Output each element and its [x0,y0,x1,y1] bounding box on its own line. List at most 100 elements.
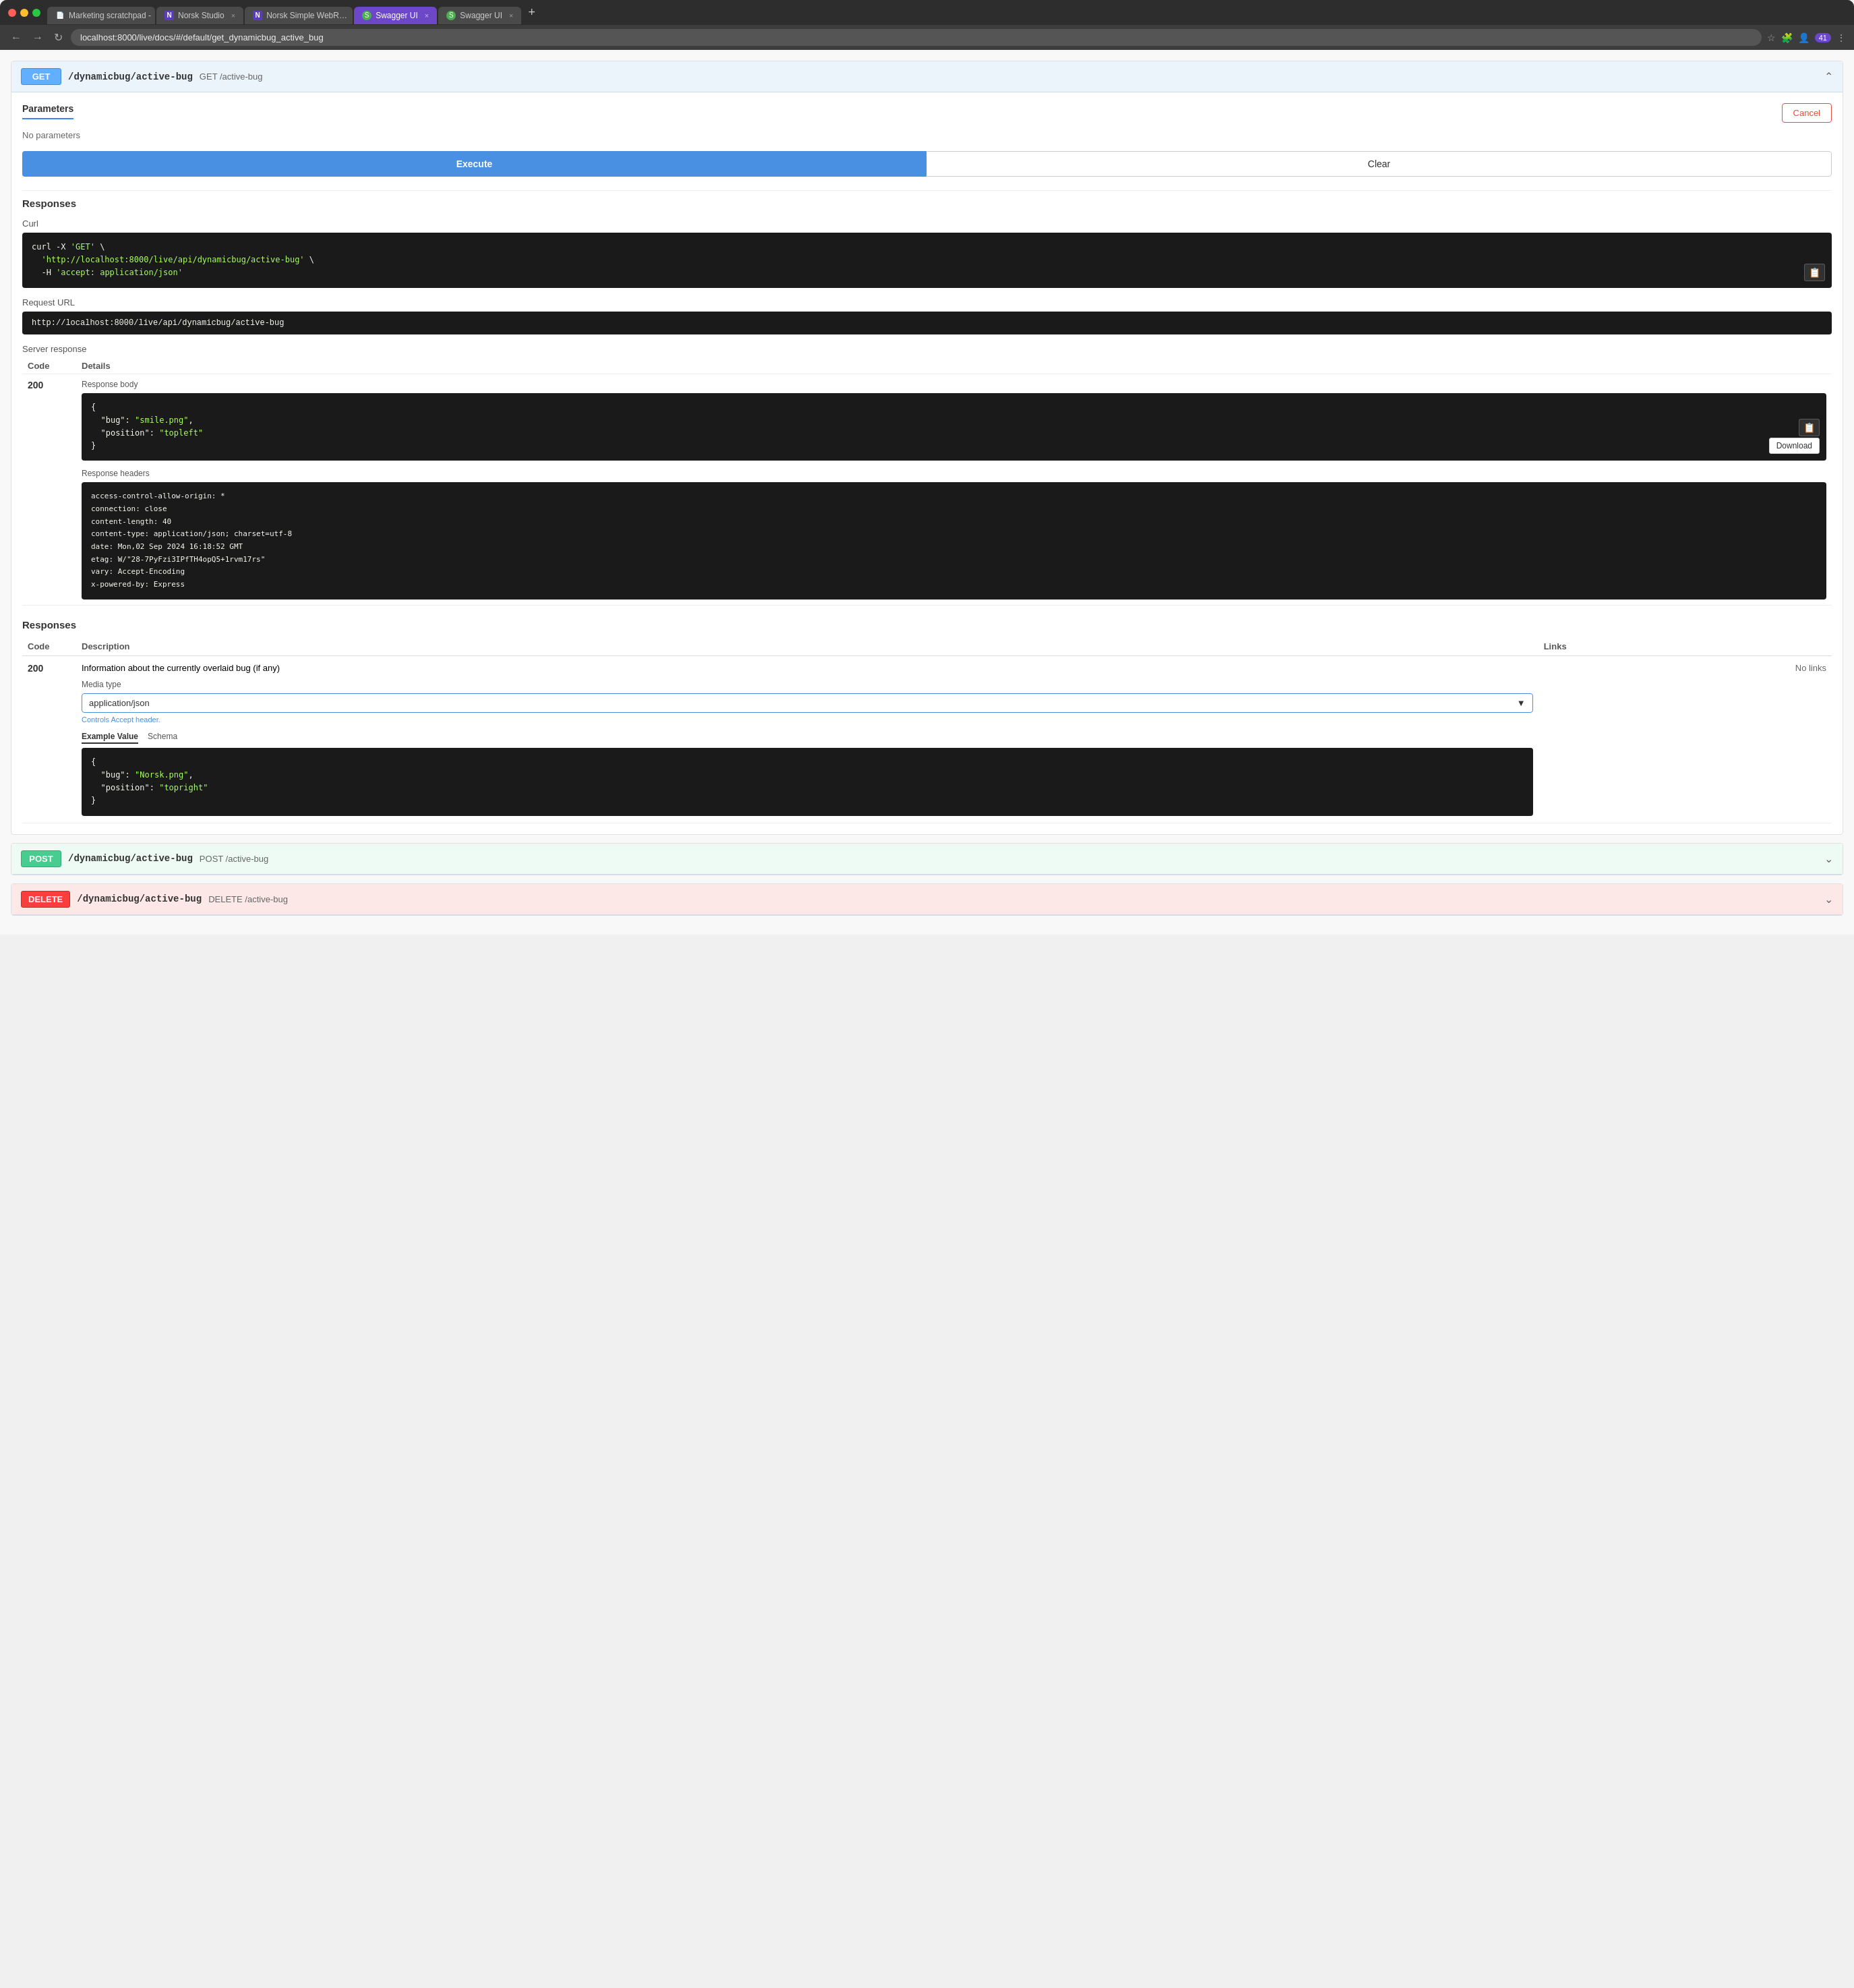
controls-hint: Controls Accept header. [82,715,1533,724]
get-endpoint-summary: GET /active-bug [200,71,263,82]
cancel-button[interactable]: Cancel [1782,103,1832,123]
close-button[interactable] [8,9,16,17]
delete-chevron-icon: ⌄ [1824,893,1833,906]
parameters-title: Parameters [22,103,73,119]
get-method-badge: GET [21,68,61,85]
bookmark-icon[interactable]: ☆ [1767,32,1776,43]
browser-window: 📄 Marketing scratchpad - × N Norsk Studi… [0,0,1854,935]
media-type-label: Media type [82,680,1533,689]
response-headers-text: access-control-allow-origin: * connectio… [91,490,1817,591]
tab-marketing[interactable]: 📄 Marketing scratchpad - × [47,7,155,24]
address-actions: ☆ 🧩 👤 41 ⋮ [1767,32,1846,43]
curl-code-block: curl -X 'GET' \ 'http://localhost:8000/l… [22,233,1832,288]
tab-close-norsk-studio[interactable]: × [231,11,235,20]
tab-icon-norsk-studio: N [165,11,174,20]
tab-swagger-2[interactable]: S Swagger UI × [438,7,521,24]
tab-swagger-active[interactable]: S Swagger UI × [354,7,437,24]
get-endpoint-header[interactable]: GET /dynamicbug/active-bug GET /active-b… [11,61,1843,92]
response-code-200: 200 [28,380,43,390]
back-button[interactable]: ← [8,30,24,45]
bottom-response-code: 200 [28,663,43,674]
delete-endpoint-header[interactable]: DELETE /dynamicbug/active-bug DELETE /ac… [11,884,1843,915]
example-code-text: { "bug": "Norsk.png", "position": "topri… [91,756,1524,808]
action-buttons: Execute Clear [22,151,1832,177]
details-header: Details [76,358,1832,374]
request-url-display: http://localhost:8000/live/api/dynamicbu… [22,312,1832,334]
post-method-badge: POST [21,850,61,867]
fullscreen-button[interactable] [32,9,40,17]
new-tab-button[interactable]: + [522,5,541,25]
address-bar: ← → ↻ localhost:8000/live/docs/#/default… [0,25,1854,50]
forward-button[interactable]: → [30,30,46,45]
media-type-value: application/json [89,698,150,708]
curl-section: Curl curl -X 'GET' \ 'http://localhost:8… [22,218,1832,288]
response-copy-button[interactable]: 📋 [1799,419,1820,436]
parameters-section: Cancel Parameters No parameters [22,103,1832,140]
tab-label-swagger-active: Swagger UI [376,11,418,20]
server-response-section: Server response Code Details [22,344,1832,606]
tab-icon-swagger-2: S [446,11,456,20]
bottom-response-description: Information about the currently overlaid… [82,663,1533,673]
delete-endpoint-path: /dynamicbug/active-bug [77,894,202,904]
example-value-tab[interactable]: Example Value [82,730,138,744]
curl-label: Curl [22,218,1832,229]
response-body-label: Response body [82,380,1826,389]
curl-copy-button[interactable]: 📋 [1804,264,1825,281]
tab-label-swagger-2: Swagger UI [460,11,502,20]
tab-close-swagger-active[interactable]: × [425,11,429,20]
tab-label-marketing: Marketing scratchpad - [69,11,151,20]
schema-tab[interactable]: Schema [148,730,177,744]
menu-icon[interactable]: ⋮ [1836,32,1846,43]
notification-badge: 41 [1815,33,1831,42]
tab-close-swagger-2[interactable]: × [509,11,513,20]
tab-norsk-webr[interactable]: N Norsk Simple WebR… × [245,7,353,24]
media-type-select[interactable]: application/json ▼ [82,693,1533,713]
code-header: Code [22,358,76,374]
curl-code-text: curl -X 'GET' \ 'http://localhost:8000/l… [32,241,1822,280]
minimize-button[interactable] [20,9,28,17]
download-button[interactable]: Download [1769,438,1820,454]
tab-norsk-studio[interactable]: N Norsk Studio × [156,7,243,24]
response-headers-block: access-control-allow-origin: * connectio… [82,482,1826,600]
responses-section-title: Responses [22,190,1832,209]
swagger-container: GET /dynamicbug/active-bug GET /active-b… [0,50,1854,935]
example-value-tabs: Example Value Schema [82,730,1533,744]
bottom-response-row: 200 Information about the currently over… [22,655,1832,823]
delete-endpoint-block: DELETE /dynamicbug/active-bug DELETE /ac… [11,883,1843,916]
post-endpoint-block: POST /dynamicbug/active-bug POST /active… [11,843,1843,875]
response-row: 200 Response body { "bug": "smile.png", … [22,374,1832,605]
post-endpoint-summary: POST /active-bug [200,854,268,864]
responses-section: Responses Curl curl -X 'GET' \ 'http://l… [22,190,1832,823]
url-text: localhost:8000/live/docs/#/default/get_d… [80,32,324,42]
url-field[interactable]: localhost:8000/live/docs/#/default/get_d… [71,29,1762,46]
request-url-section: Request URL http://localhost:8000/live/a… [22,297,1832,334]
response-table: Code Details 200 [22,358,1832,606]
reload-button[interactable]: ↻ [51,30,65,45]
tab-label-norsk-studio: Norsk Studio [178,11,225,20]
bottom-responses-section: Responses Code Description Links [22,619,1832,823]
extensions-icon[interactable]: 🧩 [1781,32,1793,43]
response-body-block: { "bug": "smile.png", "position": "tople… [82,393,1826,461]
tab-icon-marketing: 📄 [55,11,65,20]
account-icon[interactable]: 👤 [1798,32,1810,43]
post-endpoint-header[interactable]: POST /dynamicbug/active-bug POST /active… [11,844,1843,875]
server-response-label: Server response [22,344,1832,354]
get-chevron-icon: ⌃ [1824,70,1833,83]
post-endpoint-path: /dynamicbug/active-bug [68,853,193,864]
no-links-text: No links [1795,663,1826,673]
tab-bar: 📄 Marketing scratchpad - × N Norsk Studi… [0,0,1854,25]
example-code-block: { "bug": "Norsk.png", "position": "topri… [82,748,1533,816]
bottom-description-header: Description [76,637,1538,656]
main-content: GET /dynamicbug/active-bug GET /active-b… [0,50,1854,935]
bottom-responses-title: Responses [22,619,1832,631]
post-chevron-icon: ⌄ [1824,852,1833,865]
delete-method-badge: DELETE [21,891,70,908]
tab-icon-norsk-webr: N [253,11,262,20]
get-endpoint-block: GET /dynamicbug/active-bug GET /active-b… [11,61,1843,835]
execute-button[interactable]: Execute [22,151,926,177]
response-body-text: { "bug": "smile.png", "position": "tople… [91,401,1817,453]
clear-button[interactable]: Clear [926,151,1832,177]
bottom-links-header: Links [1538,637,1832,656]
response-headers-label: Response headers [82,469,1826,478]
request-url-label: Request URL [22,297,1832,308]
